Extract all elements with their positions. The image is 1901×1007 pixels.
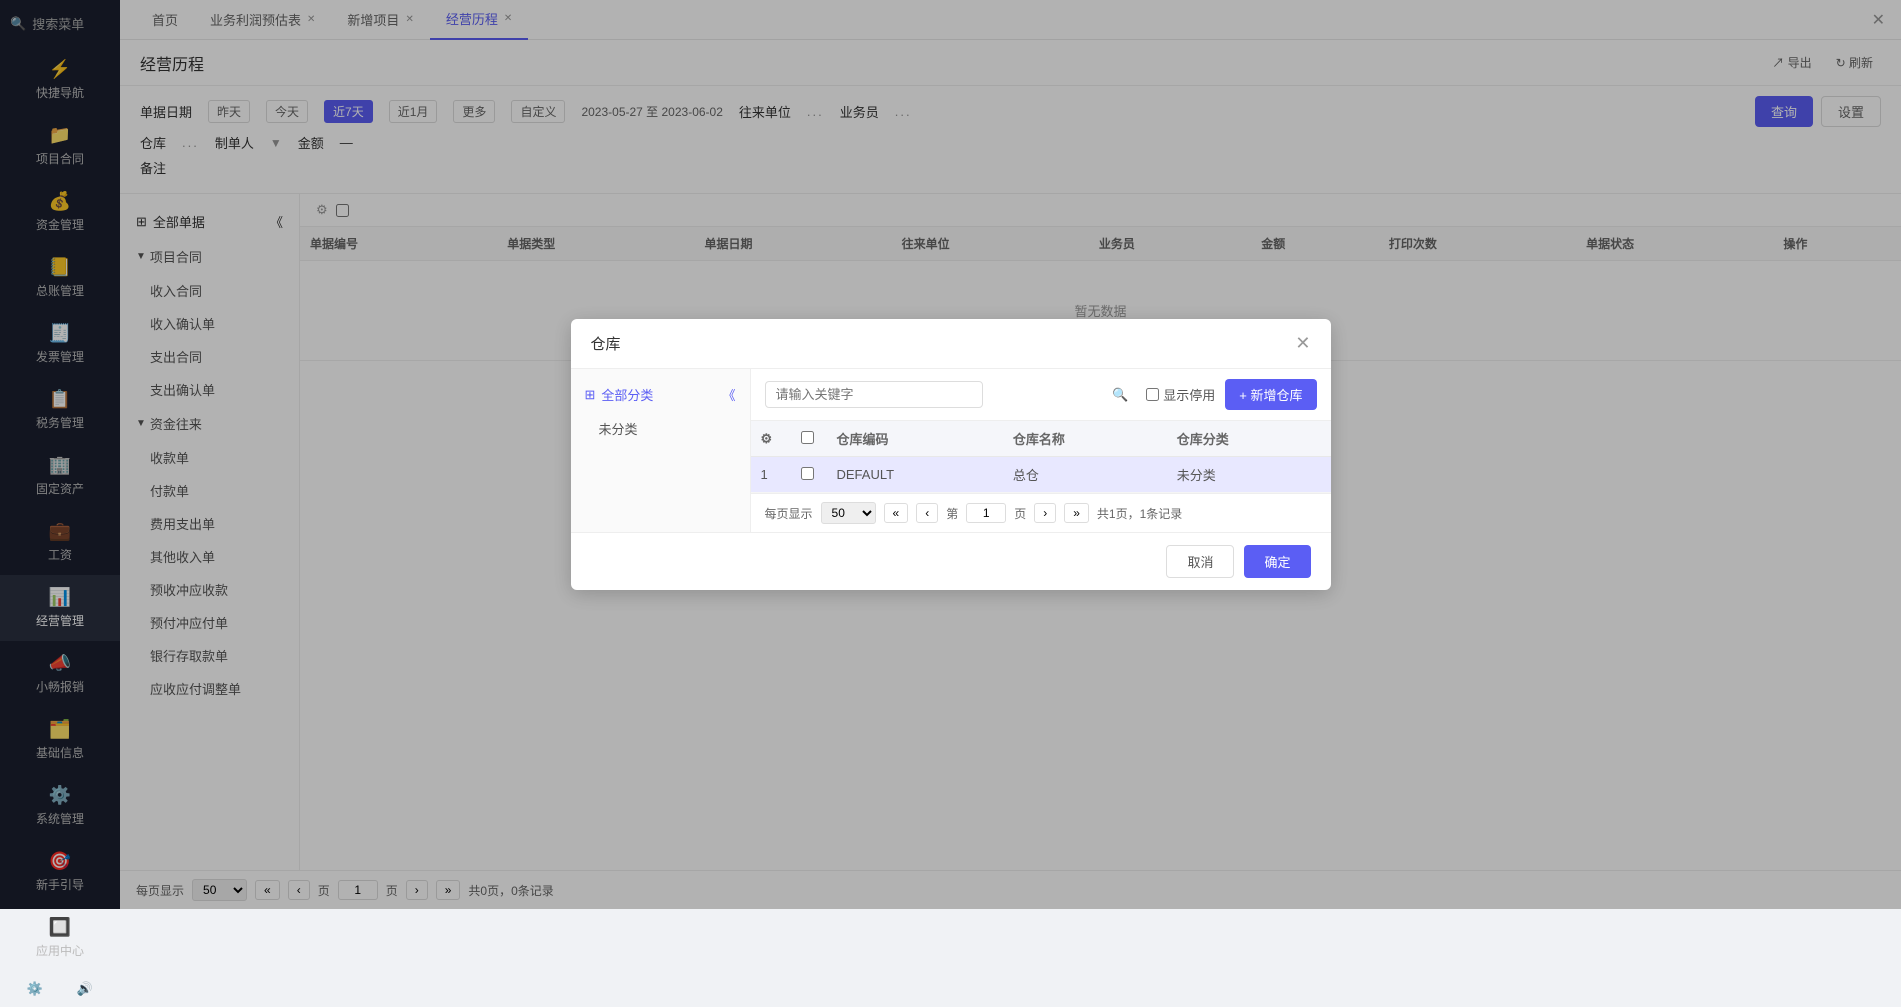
col-category: 仓库分类 [1167,421,1331,457]
search-wrap: 🔍 [765,381,1137,408]
modal-close-button[interactable]: ✕ [1295,333,1310,354]
apps-icon: 🔲 [49,917,71,938]
modal-first-page[interactable]: « [884,503,909,523]
add-warehouse-button[interactable]: + 新增仓库 [1225,379,1316,410]
warehouse-search-input[interactable] [765,381,983,408]
modal-total-info: 共1页，1条记录 [1097,505,1182,522]
collapse-tree-btn[interactable]: 《 [722,385,735,404]
modal-page-input[interactable] [966,503,1006,523]
sidebar-bottom: ⚙️ 🔊 [0,971,120,1007]
modal-right-panel: 🔍 显示停用 + 新增仓库 ⚙ 仓库编码 [751,369,1331,532]
modal-page-label: 第 [946,505,958,522]
row-category: 未分类 [1167,457,1331,493]
tree-all-categories[interactable]: ⊞ 全部分类 《 [571,377,750,412]
modal-confirm-button[interactable]: 确定 [1244,545,1310,578]
table-row[interactable]: 1 DEFAULT 总仓 未分类 [751,457,1331,493]
row-name: 总仓 [1003,457,1167,493]
modal-overlay[interactable]: 仓库 ✕ ⊞ 全部分类 《 未分类 🔍 [0,0,1901,909]
modal-last-page[interactable]: » [1064,503,1089,523]
audio-icon[interactable]: 🔊 [77,981,93,997]
search-magnify-icon: 🔍 [1112,387,1128,403]
modal-toolbar: 🔍 显示停用 + 新增仓库 [751,369,1331,421]
row-index: 1 [751,457,791,493]
warehouse-modal: 仓库 ✕ ⊞ 全部分类 《 未分类 🔍 [571,319,1331,590]
modal-header: 仓库 ✕ [571,319,1331,369]
modal-tree-panel: ⊞ 全部分类 《 未分类 [571,369,751,532]
grid-icon-tree: ⊞ [585,387,596,403]
col-code: 仓库编码 [827,421,1003,457]
col-name: 仓库名称 [1003,421,1167,457]
modal-table-container: ⚙ 仓库编码 仓库名称 仓库分类 1 DEFAULT [751,421,1331,493]
warehouse-table: ⚙ 仓库编码 仓库名称 仓库分类 1 DEFAULT [751,421,1331,493]
modal-body: ⊞ 全部分类 《 未分类 🔍 显示停用 + 新增仓库 [571,369,1331,532]
modal-cancel-button[interactable]: 取消 [1166,545,1234,578]
modal-pagination: 每页显示 50 100 « ‹ 第 页 › » 共1页，1条记录 [751,493,1331,532]
sidebar-item-apps[interactable]: 🔲 应用中心 [0,905,120,971]
modal-title: 仓库 [591,333,621,354]
row-checkbox[interactable] [801,467,814,480]
modal-footer: 取消 确定 [571,532,1331,590]
settings-icon[interactable]: ⚙️ [27,981,43,997]
modal-page-size-select[interactable]: 50 100 [821,502,876,524]
modal-page-unit: 页 [1014,505,1026,522]
col-select [791,421,827,457]
modal-next-page[interactable]: › [1034,503,1056,523]
show-disabled-checkbox[interactable]: 显示停用 [1146,385,1215,404]
col-settings: ⚙ [751,421,791,457]
row-code: DEFAULT [827,457,1003,493]
tree-item-uncategorized[interactable]: 未分类 [571,412,750,445]
show-disabled-input[interactable] [1146,388,1159,401]
modal-select-all[interactable] [801,431,814,444]
modal-prev-page[interactable]: ‹ [916,503,938,523]
